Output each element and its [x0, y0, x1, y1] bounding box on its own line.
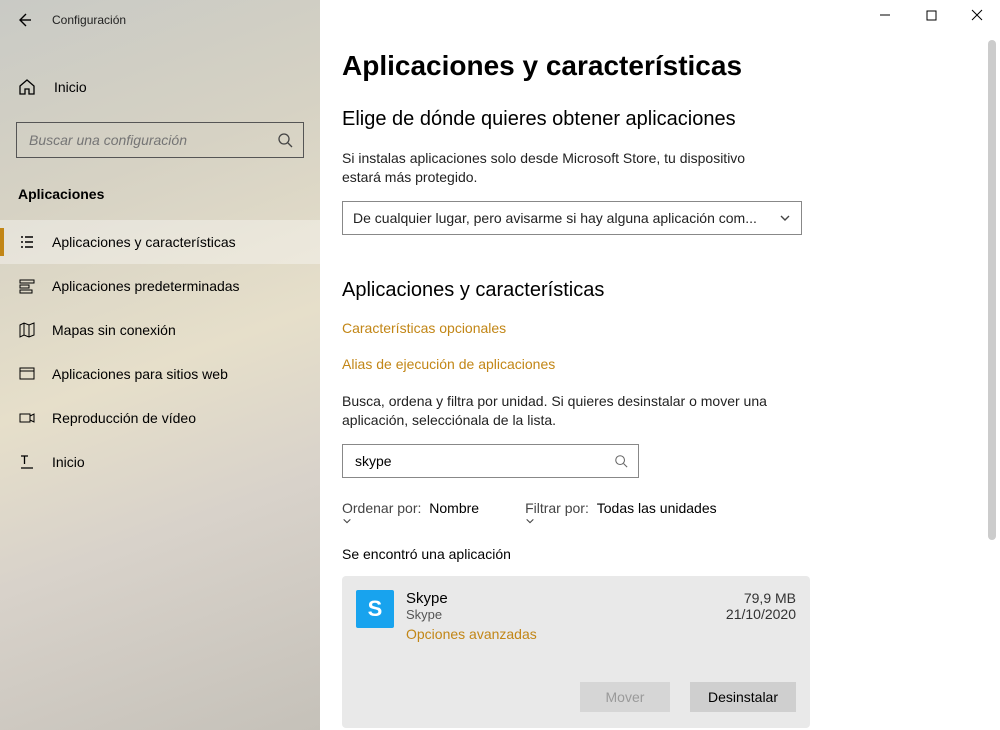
nav-startup[interactable]: Inicio [0, 440, 320, 484]
close-icon [971, 9, 983, 21]
source-description: Si instalas aplicaciones solo desde Micr… [342, 149, 782, 187]
uninstall-button[interactable]: Desinstalar [690, 682, 796, 712]
dropdown-value: De cualquier lugar, pero avisarme si hay… [353, 210, 757, 226]
app-card[interactable]: S Skype Skype Opciones avanzadas 79,9 MB… [342, 576, 810, 728]
source-heading: Elige de dónde quieres obtener aplicacio… [342, 108, 960, 131]
defaults-icon [18, 277, 36, 295]
search-icon [277, 132, 293, 148]
app-size: 79,9 MB [726, 590, 796, 606]
map-icon [18, 321, 36, 339]
window-title: Configuración [52, 13, 126, 27]
nav-home-label: Inicio [54, 79, 87, 95]
result-count: Se encontró una aplicación [342, 546, 960, 562]
maximize-icon [926, 10, 937, 21]
optional-features-link[interactable]: Características opcionales [342, 320, 960, 336]
nav-home[interactable]: Inicio [18, 68, 320, 106]
list-icon [18, 233, 36, 251]
chevron-down-icon [779, 212, 791, 224]
settings-search-input[interactable] [27, 131, 277, 149]
category-header: Aplicaciones [18, 186, 302, 202]
titlebar: Configuración [0, 0, 320, 40]
settings-search[interactable] [16, 122, 304, 158]
main-content: Aplicaciones y características Elige de … [320, 0, 1000, 730]
app-date: 21/10/2020 [726, 606, 796, 622]
minimize-button[interactable] [862, 0, 908, 30]
nav-default-apps[interactable]: Aplicaciones predeterminadas [0, 264, 320, 308]
advanced-options-link[interactable]: Opciones avanzadas [406, 626, 726, 642]
chevron-down-icon [525, 516, 723, 526]
apps-section-heading: Aplicaciones y características [342, 279, 960, 302]
move-button: Mover [580, 682, 670, 712]
page-heading: Aplicaciones y características [342, 50, 960, 82]
app-search-box[interactable] [342, 444, 639, 478]
scrollbar-thumb[interactable] [988, 40, 996, 540]
nav-offline-maps[interactable]: Mapas sin conexión [0, 308, 320, 352]
home-icon [18, 78, 38, 96]
nav-video-playback[interactable]: Reproducción de vídeo [0, 396, 320, 440]
arrow-left-icon [16, 12, 32, 28]
video-icon [18, 409, 36, 427]
window-controls [862, 0, 1000, 30]
startup-icon [18, 453, 36, 471]
app-publisher: Skype [406, 607, 726, 622]
close-button[interactable] [954, 0, 1000, 30]
search-icon [614, 454, 628, 468]
website-icon [18, 365, 36, 383]
back-button[interactable] [8, 4, 40, 36]
chevron-down-icon [342, 516, 485, 526]
filter-control[interactable]: Filtrar por: Todas las unidades [525, 500, 723, 526]
nav-apps-features[interactable]: Aplicaciones y características [0, 220, 320, 264]
sort-control[interactable]: Ordenar por: Nombre [342, 500, 485, 526]
app-source-dropdown[interactable]: De cualquier lugar, pero avisarme si hay… [342, 201, 802, 235]
execution-aliases-link[interactable]: Alias de ejecución de aplicaciones [342, 356, 960, 372]
filter-desc: Busca, ordena y filtra por unidad. Si qu… [342, 392, 782, 430]
skype-icon: S [356, 590, 394, 628]
nav-apps-websites[interactable]: Aplicaciones para sitios web [0, 352, 320, 396]
scrollbar[interactable] [986, 40, 998, 724]
filter-row: Ordenar por: Nombre Filtrar por: Todas l… [342, 500, 960, 526]
minimize-icon [879, 9, 891, 21]
maximize-button[interactable] [908, 0, 954, 30]
app-name: Skype [406, 590, 726, 607]
app-search-input[interactable] [353, 452, 614, 470]
sidebar: Configuración Inicio Aplicaciones Aplica… [0, 0, 320, 730]
